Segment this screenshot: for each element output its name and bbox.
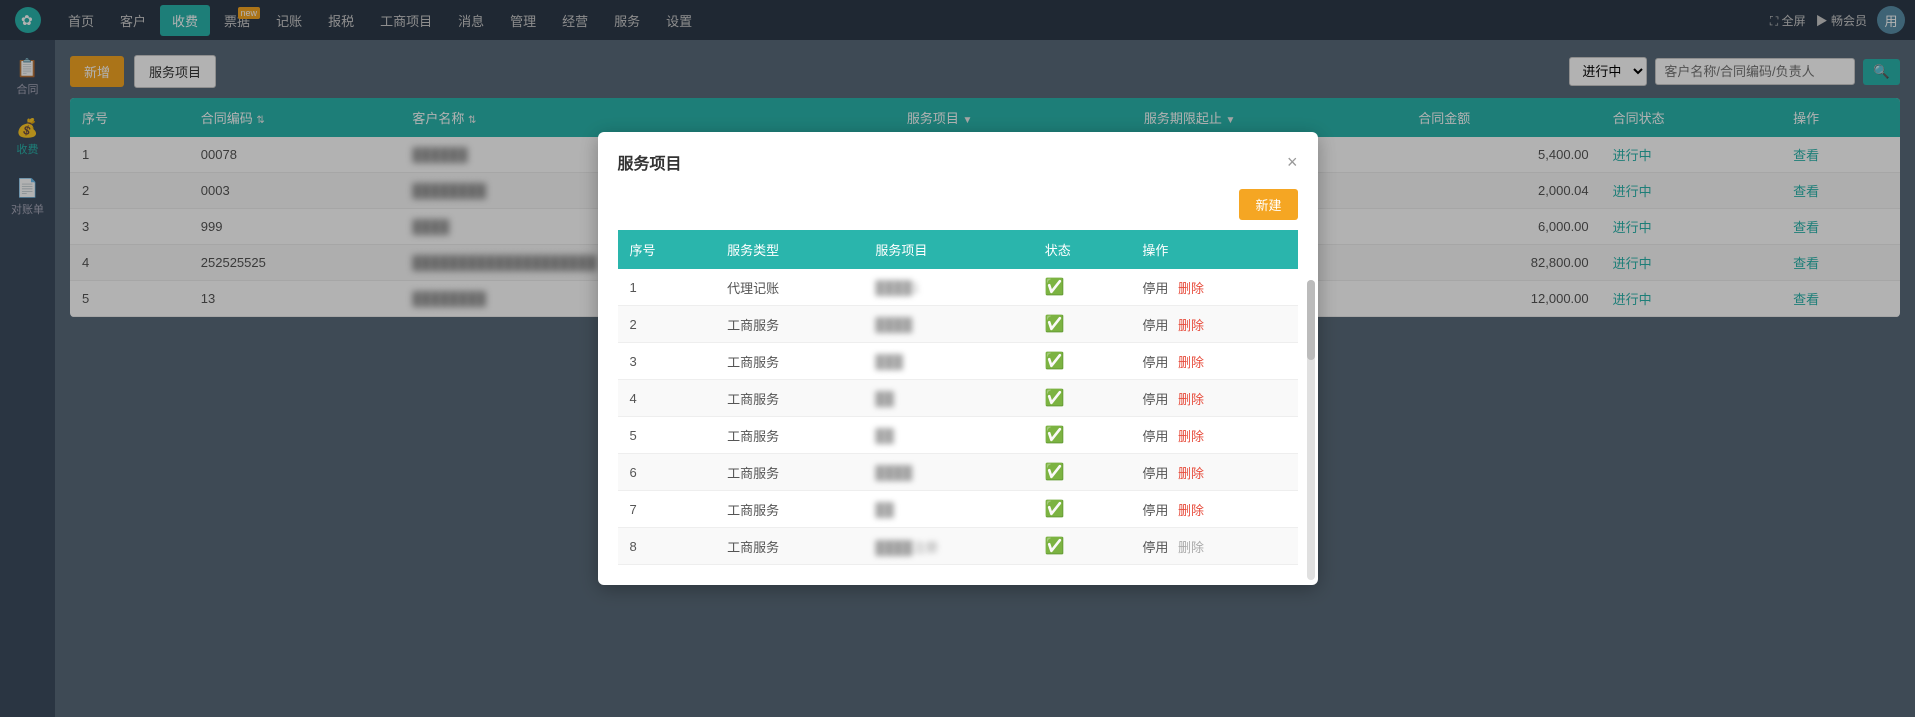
list-item: 3 工商服务 ███ ✅ 停用 删除 <box>618 343 1298 380</box>
modal-cell-seq: 8 <box>618 528 716 565</box>
content-area: 新增 服务项目 进行中 全部 已终止 🔍 序号 合同编码 ⇅ 客户名称 <box>55 40 1915 717</box>
modal-cell-seq: 1 <box>618 269 716 306</box>
delete-button[interactable]: 删除 <box>1178 503 1204 518</box>
delete-button[interactable]: 删除 <box>1178 466 1204 481</box>
list-item: 8 工商服务 ████注册 ✅ 停用 删除 <box>618 528 1298 565</box>
modal-overlay: 服务项目 × 新建 序号 服务类型 服务项目 状态 <box>55 40 1915 717</box>
modal-col-seq: 序号 <box>618 230 716 269</box>
modal-cell-type: 工商服务 <box>715 306 863 343</box>
modal-cell-action[interactable]: 停用 删除 <box>1130 269 1297 306</box>
modal-cell-type: 工商服务 <box>715 491 863 528</box>
modal-cell-item: ███ <box>863 343 1032 380</box>
list-item: 4 工商服务 ██ ✅ 停用 删除 <box>618 380 1298 417</box>
modal-cell-status: ✅ <box>1033 380 1131 417</box>
modal-cell-seq: 3 <box>618 343 716 380</box>
modal-cell-item: ██ <box>863 417 1032 454</box>
delete-button[interactable]: 删除 <box>1178 429 1204 444</box>
stop-button[interactable]: 停用 <box>1142 466 1168 481</box>
modal-title: 服务项目 <box>618 150 682 174</box>
modal-cell-action[interactable]: 停用 删除 <box>1130 306 1297 343</box>
modal-cell-type: 代理记账 <box>715 269 863 306</box>
list-item: 2 工商服务 ████ ✅ 停用 删除 <box>618 306 1298 343</box>
delete-button[interactable]: 删除 <box>1178 392 1204 407</box>
delete-button[interactable]: 删除 <box>1178 281 1204 296</box>
modal-cell-action[interactable]: 停用 删除 <box>1130 528 1297 565</box>
modal-col-item: 服务项目 <box>863 230 1032 269</box>
status-check-icon: ✅ <box>1045 316 1065 333</box>
modal-new-button[interactable]: 新建 <box>1239 189 1297 220</box>
modal-cell-status: ✅ <box>1033 417 1131 454</box>
list-item: 7 工商服务 ██ ✅ 停用 删除 <box>618 491 1298 528</box>
modal-cell-type: 工商服务 <box>715 417 863 454</box>
list-item: 5 工商服务 ██ ✅ 停用 删除 <box>618 417 1298 454</box>
status-check-icon: ✅ <box>1045 464 1065 481</box>
modal-cell-seq: 4 <box>618 380 716 417</box>
modal-table: 序号 服务类型 服务项目 状态 操作 1 代理记账 ████1 ✅ 停用 删除 <box>618 230 1298 565</box>
stop-button[interactable]: 停用 <box>1142 318 1168 333</box>
modal-cell-status: ✅ <box>1033 491 1131 528</box>
modal-toolbar: 新建 <box>598 184 1318 230</box>
modal-cell-action[interactable]: 停用 删除 <box>1130 343 1297 380</box>
modal-cell-status: ✅ <box>1033 343 1131 380</box>
modal-cell-seq: 2 <box>618 306 716 343</box>
modal-cell-item: ████注册 <box>863 528 1032 565</box>
modal-cell-action[interactable]: 停用 删除 <box>1130 380 1297 417</box>
status-check-icon: ✅ <box>1045 501 1065 518</box>
stop-button[interactable]: 停用 <box>1142 429 1168 444</box>
modal-cell-status: ✅ <box>1033 306 1131 343</box>
modal-close-button[interactable]: × <box>1287 152 1298 173</box>
stop-button[interactable]: 停用 <box>1142 540 1168 555</box>
main-layout: 📋 合同 💰 收费 📄 对账单 新增 服务项目 进行中 全部 已终止 🔍 <box>0 40 1915 717</box>
status-check-icon: ✅ <box>1045 427 1065 444</box>
status-check-icon: ✅ <box>1045 353 1065 370</box>
delete-button[interactable]: 删除 <box>1178 318 1204 333</box>
modal-col-type: 服务类型 <box>715 230 863 269</box>
scrollbar-track[interactable] <box>1307 280 1315 580</box>
modal-body[interactable]: 序号 服务类型 服务项目 状态 操作 1 代理记账 ████1 ✅ 停用 删除 <box>598 230 1318 585</box>
modal-cell-type: 工商服务 <box>715 528 863 565</box>
stop-button[interactable]: 停用 <box>1142 392 1168 407</box>
service-modal: 服务项目 × 新建 序号 服务类型 服务项目 状态 <box>598 132 1318 585</box>
modal-cell-seq: 5 <box>618 417 716 454</box>
modal-cell-status: ✅ <box>1033 269 1131 306</box>
modal-col-status: 状态 <box>1033 230 1131 269</box>
modal-cell-type: 工商服务 <box>715 380 863 417</box>
stop-button[interactable]: 停用 <box>1142 503 1168 518</box>
modal-cell-item: ██ <box>863 380 1032 417</box>
stop-button[interactable]: 停用 <box>1142 281 1168 296</box>
modal-cell-action[interactable]: 停用 删除 <box>1130 454 1297 491</box>
modal-cell-action[interactable]: 停用 删除 <box>1130 417 1297 454</box>
modal-header: 服务项目 × <box>598 132 1318 184</box>
list-item: 1 代理记账 ████1 ✅ 停用 删除 <box>618 269 1298 306</box>
modal-cell-seq: 7 <box>618 491 716 528</box>
modal-cell-status: ✅ <box>1033 454 1131 491</box>
delete-button[interactable]: 删除 <box>1178 540 1204 555</box>
modal-cell-item: ████ <box>863 306 1032 343</box>
modal-cell-item: ████1 <box>863 269 1032 306</box>
modal-cell-seq: 6 <box>618 454 716 491</box>
modal-cell-status: ✅ <box>1033 528 1131 565</box>
modal-cell-item: ██ <box>863 491 1032 528</box>
stop-button[interactable]: 停用 <box>1142 355 1168 370</box>
status-check-icon: ✅ <box>1045 538 1065 555</box>
list-item: 6 工商服务 ████ ✅ 停用 删除 <box>618 454 1298 491</box>
modal-cell-type: 工商服务 <box>715 343 863 380</box>
modal-cell-action[interactable]: 停用 删除 <box>1130 491 1297 528</box>
modal-cell-item: ████ <box>863 454 1032 491</box>
scrollbar-thumb[interactable] <box>1307 280 1315 360</box>
delete-button[interactable]: 删除 <box>1178 355 1204 370</box>
status-check-icon: ✅ <box>1045 390 1065 407</box>
modal-col-action: 操作 <box>1130 230 1297 269</box>
modal-cell-type: 工商服务 <box>715 454 863 491</box>
status-check-icon: ✅ <box>1045 279 1065 296</box>
